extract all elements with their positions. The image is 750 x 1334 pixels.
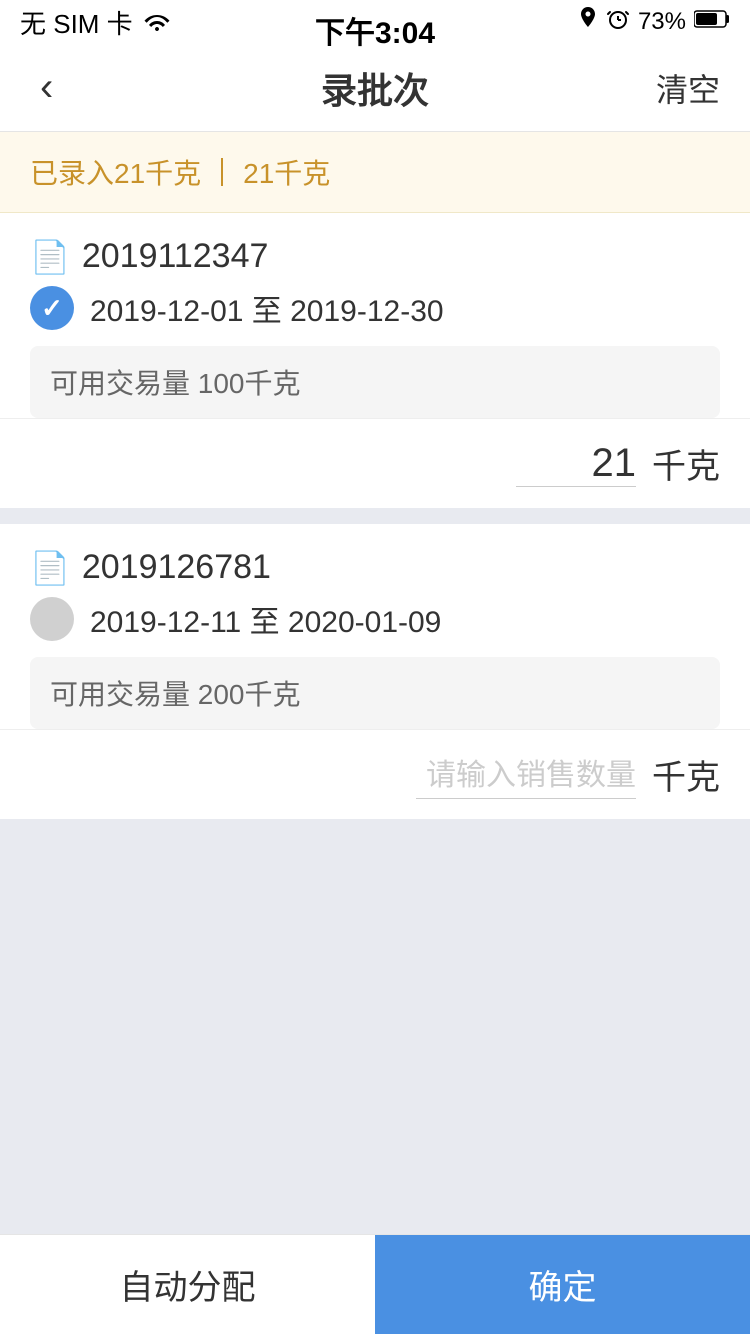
batch-date-row-2: 2019-12-11 至 2020-01-09 [30, 597, 720, 641]
batch-header-2: 📄 2019126781 [30, 548, 720, 587]
battery-text: 73% [638, 8, 686, 36]
available-box-2: 可用交易量 200千克 [30, 657, 720, 729]
battery-icon [694, 8, 730, 36]
info-amount: 21千克 [243, 152, 330, 192]
batch-item-1: 📄 2019112347 ✓ 2019-12-01 至 2019-12-30 可… [0, 213, 750, 418]
amount-row-1: 21 千克 [0, 418, 750, 508]
available-box-1: 可用交易量 100千克 [30, 346, 720, 418]
input-unit-2: 千克 [652, 750, 720, 799]
info-banner: 已录入21千克 21千克 [0, 132, 750, 213]
status-right: 73% [578, 7, 730, 38]
gray-area [0, 819, 750, 1239]
alarm-icon [606, 7, 630, 38]
input-underline-2[interactable]: 请输入销售数量 [416, 750, 636, 799]
batch-icon-2: 📄 [30, 549, 70, 587]
bottom-bar: 自动分配 确定 [0, 1234, 750, 1334]
location-icon [578, 7, 598, 38]
available-text-1: 可用交易量 100千克 [50, 368, 301, 399]
radio-unchecked-2[interactable] [30, 597, 74, 641]
auto-distribute-button[interactable]: 自动分配 [0, 1235, 375, 1334]
batch-item-2: 📄 2019126781 2019-12-11 至 2020-01-09 可用交… [0, 524, 750, 729]
batch-date-2: 2019-12-11 至 2020-01-09 [90, 597, 441, 641]
batch-date-row-1: ✓ 2019-12-01 至 2019-12-30 [30, 286, 720, 330]
back-button[interactable]: ‹ [30, 55, 63, 120]
batch-header-1: 📄 2019112347 [30, 237, 720, 276]
wifi-icon [143, 7, 171, 38]
amount-underline-1[interactable]: 21 [516, 441, 636, 487]
nav-bar: ‹ 录批次 清空 [0, 44, 750, 132]
radio-checked-1[interactable]: ✓ [30, 286, 74, 330]
page-title: 录批次 [321, 44, 429, 132]
input-placeholder-2: 请输入销售数量 [426, 750, 636, 794]
amount-unit-1: 千克 [652, 439, 720, 488]
checkmark-1: ✓ [41, 293, 63, 324]
amount-value-1: 21 [592, 441, 637, 485]
batch-id-1: 2019112347 [82, 237, 269, 276]
status-bar: 无 SIM 卡 下午3:04 73% [0, 0, 750, 44]
available-text-2: 可用交易量 200千克 [50, 679, 301, 710]
carrier-text: 无 SIM 卡 [20, 4, 133, 41]
status-left: 无 SIM 卡 [20, 4, 171, 41]
recorded-label: 已录入21千克 [30, 152, 201, 192]
info-divider [221, 158, 223, 186]
confirm-button[interactable]: 确定 [375, 1235, 750, 1334]
batch-icon-1: 📄 [30, 238, 70, 276]
input-row-2: 请输入销售数量 千克 [0, 729, 750, 819]
clear-button[interactable]: 清空 [656, 65, 720, 111]
batch-id-2: 2019126781 [82, 548, 271, 587]
batch-date-1: 2019-12-01 至 2019-12-30 [90, 286, 444, 330]
section-divider [0, 508, 750, 524]
